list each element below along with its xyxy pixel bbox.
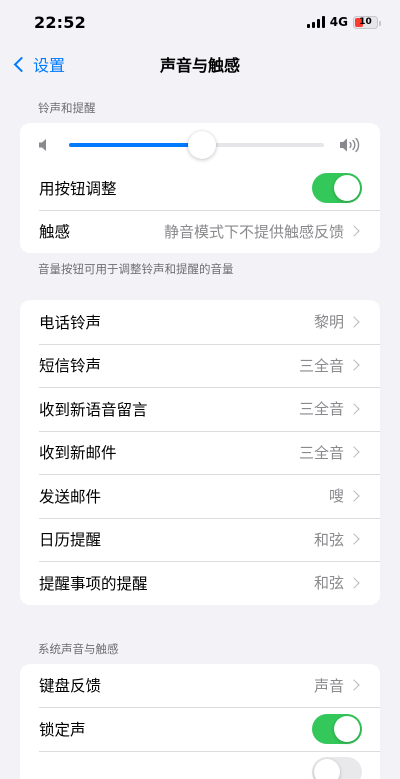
back-label: 设置 bbox=[33, 56, 66, 75]
chevron-right-icon bbox=[348, 446, 360, 458]
network-type: 4G bbox=[329, 15, 348, 29]
status-indicators: 4G 10 bbox=[306, 15, 381, 29]
sound-row-value: 黎明 bbox=[313, 313, 344, 332]
keyboard-feedback-value: 声音 bbox=[313, 676, 344, 695]
adjust-with-buttons-label: 用按钮调整 bbox=[39, 179, 117, 198]
sound-row-label: 短信铃声 bbox=[39, 357, 102, 376]
lock-sound-label: 锁定声 bbox=[39, 720, 86, 739]
back-button[interactable]: 设置 bbox=[12, 52, 65, 76]
adjust-with-buttons-toggle[interactable] bbox=[312, 172, 362, 203]
sounds-group: 电话铃声 黎明 短信铃声 三全音 收到新语音留言 三全音 收到新邮件 三全音 发… bbox=[20, 300, 380, 605]
sound-row-value: 和弦 bbox=[313, 574, 344, 593]
lock-sound-row: 锁定声 bbox=[20, 707, 380, 751]
sound-row-label: 收到新邮件 bbox=[39, 444, 117, 463]
status-bar: 22:52 4G 10 bbox=[0, 0, 400, 44]
sound-row-sent-mail[interactable]: 发送邮件 嗖 bbox=[20, 474, 380, 518]
chevron-right-icon bbox=[348, 225, 360, 237]
keyboard-feedback-label: 键盘反馈 bbox=[39, 677, 102, 696]
adjust-with-buttons-row: 用按钮调整 bbox=[20, 166, 380, 210]
sound-row-label: 日历提醒 bbox=[39, 531, 102, 550]
volume-slider[interactable] bbox=[69, 130, 324, 159]
volume-slider-fill bbox=[69, 142, 202, 147]
sound-row-label: 电话铃声 bbox=[39, 313, 102, 332]
ringer-group: 用按钮调整 触感 静音模式下不提供触感反馈 bbox=[20, 123, 380, 253]
haptics-row[interactable]: 触感 静音模式下不提供触感反馈 bbox=[20, 209, 380, 254]
sound-row-value: 三全音 bbox=[298, 400, 344, 419]
chevron-right-icon bbox=[348, 359, 360, 371]
sound-row-value: 嗖 bbox=[328, 487, 344, 506]
haptics-label: 触感 bbox=[39, 223, 71, 242]
haptics-value: 静音模式下不提供触感反馈 bbox=[163, 222, 344, 241]
sound-row-label: 提醒事项的提醒 bbox=[39, 574, 148, 593]
lock-sound-toggle[interactable] bbox=[312, 713, 362, 744]
partial-toggle[interactable] bbox=[312, 757, 362, 779]
battery-icon: 10 bbox=[353, 15, 381, 29]
sound-row-text-tone[interactable]: 短信铃声 三全音 bbox=[20, 343, 380, 388]
status-time: 22:52 bbox=[34, 12, 86, 32]
chevron-left-icon bbox=[13, 56, 30, 72]
sound-row-value: 三全音 bbox=[298, 443, 344, 462]
sound-row-voicemail[interactable]: 收到新语音留言 三全音 bbox=[20, 387, 380, 431]
sound-row-value: 和弦 bbox=[313, 530, 344, 549]
chevron-right-icon bbox=[348, 403, 360, 415]
section-header-ringer: 铃声和提醒 bbox=[38, 101, 96, 115]
signal-icon bbox=[306, 16, 325, 28]
volume-low-icon bbox=[39, 138, 46, 151]
chevron-right-icon bbox=[348, 533, 360, 545]
sound-row-ringtone[interactable]: 电话铃声 黎明 bbox=[20, 300, 380, 344]
section-header-system: 系统声音与触感 bbox=[38, 641, 119, 656]
chevron-right-icon bbox=[348, 577, 360, 589]
system-group: 键盘反馈 声音 锁定声 bbox=[20, 663, 380, 779]
navigation-bar: 设置 声音与触感 bbox=[0, 44, 400, 84]
section-footer-ringer: 音量按钮可用于调整铃声和提醒的音量 bbox=[38, 262, 234, 276]
sound-row-label: 发送邮件 bbox=[39, 487, 102, 506]
sound-row-value: 三全音 bbox=[298, 356, 344, 375]
volume-high-icon bbox=[340, 137, 360, 152]
sound-row-label: 收到新语音留言 bbox=[39, 400, 148, 419]
chevron-right-icon bbox=[348, 490, 360, 502]
chevron-right-icon bbox=[348, 679, 360, 691]
chevron-right-icon bbox=[348, 316, 360, 328]
volume-slider-row bbox=[20, 123, 380, 166]
keyboard-feedback-row[interactable]: 键盘反馈 声音 bbox=[20, 664, 380, 708]
next-row-partial bbox=[20, 750, 380, 779]
sound-row-calendar[interactable]: 日历提醒 和弦 bbox=[20, 517, 380, 562]
sound-row-new-mail[interactable]: 收到新邮件 三全音 bbox=[20, 430, 380, 475]
volume-slider-thumb[interactable] bbox=[187, 130, 216, 159]
battery-level: 10 bbox=[359, 17, 372, 27]
sound-row-reminder[interactable]: 提醒事项的提醒 和弦 bbox=[20, 561, 380, 605]
